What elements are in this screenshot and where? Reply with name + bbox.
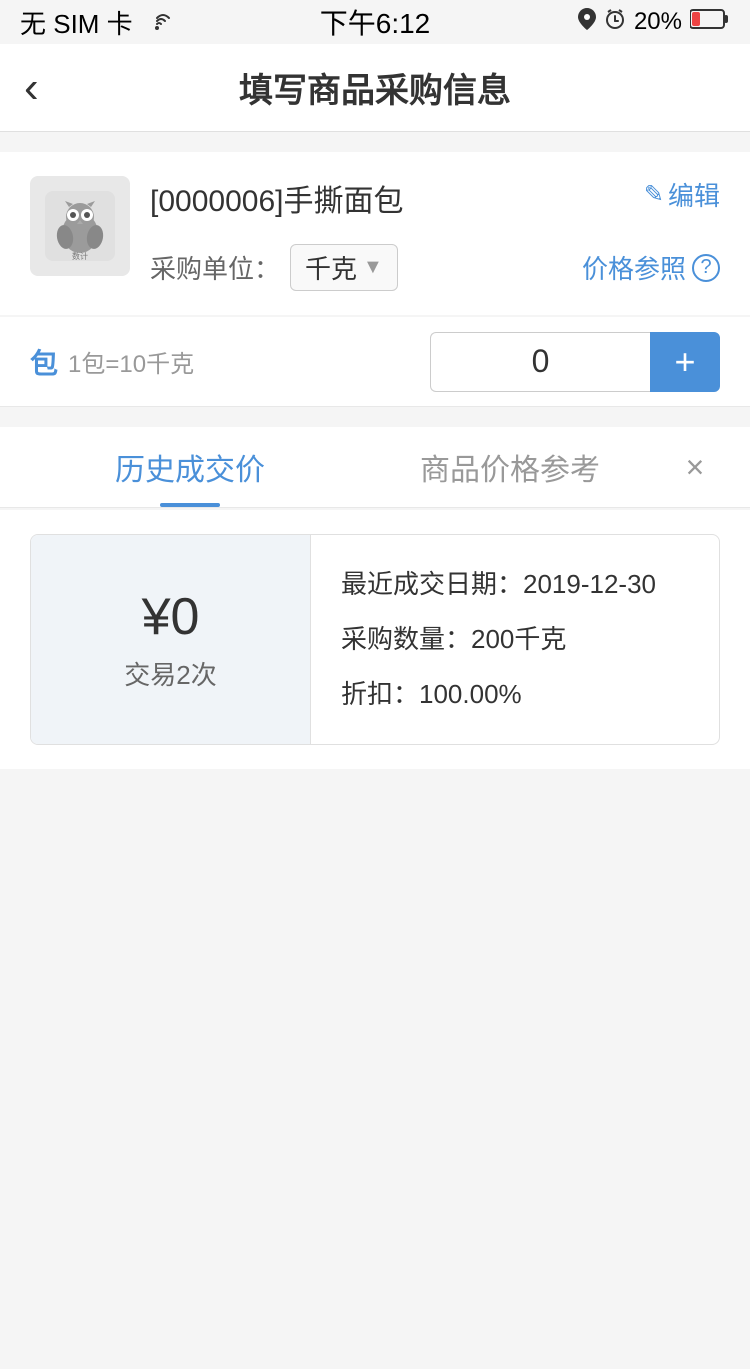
wifi-icon bbox=[143, 7, 171, 38]
product-header: [0000006]手撕面包 ✎ 编辑 bbox=[150, 176, 720, 220]
history-detail-date: 最近成交日期：2019-12-30 bbox=[341, 565, 689, 604]
unit-value: 千克 bbox=[305, 249, 357, 286]
quantity-unit-icon: 包 bbox=[30, 342, 58, 382]
history-detail-qty: 采购数量：200千克 bbox=[341, 620, 689, 659]
quantity-input[interactable] bbox=[430, 332, 650, 392]
status-bar: 无 SIM 卡 下午6:12 bbox=[0, 0, 750, 44]
tab-history-price[interactable]: 历史成交价 bbox=[30, 427, 350, 507]
unit-dropdown-arrow: ▼ bbox=[363, 256, 383, 279]
recent-date-label: 最近成交日期： bbox=[341, 569, 523, 599]
battery-icon bbox=[690, 8, 730, 37]
history-count: 交易2次 bbox=[124, 655, 216, 692]
status-right: 20% bbox=[578, 8, 730, 37]
purchase-qty-value: 200千克 bbox=[471, 624, 566, 654]
discount-label: 折扣： bbox=[341, 679, 419, 709]
tabs-close-button[interactable]: × bbox=[670, 442, 720, 492]
product-image: 数计 bbox=[30, 176, 130, 276]
svg-text:数计: 数计 bbox=[72, 251, 88, 261]
plus-icon: + bbox=[674, 341, 695, 383]
product-info: [0000006]手撕面包 ✎ 编辑 采购单位： 千克 ▼ 价格参照 ? bbox=[150, 176, 720, 291]
product-image-inner: 数计 bbox=[40, 186, 120, 266]
carrier-text: 无 SIM 卡 bbox=[20, 4, 133, 41]
status-time: 下午6:12 bbox=[320, 2, 431, 42]
back-icon: ‹ bbox=[24, 66, 39, 110]
purchase-unit-left: 采购单位： 千克 ▼ bbox=[150, 244, 398, 291]
location-icon bbox=[578, 8, 596, 37]
purchase-unit-row: 采购单位： 千克 ▼ 价格参照 ? bbox=[150, 244, 720, 291]
history-card-left: ¥0 交易2次 bbox=[31, 535, 311, 744]
main-empty-area bbox=[0, 769, 750, 1369]
close-icon: × bbox=[686, 449, 705, 486]
price-value: 0 bbox=[171, 588, 200, 646]
history-card: ¥0 交易2次 最近成交日期：2019-12-30 采购数量：200千克 折扣：… bbox=[30, 534, 720, 745]
history-detail-discount: 折扣：100.00% bbox=[341, 675, 689, 714]
discount-value: 100.00% bbox=[419, 679, 522, 709]
unit-selector[interactable]: 千克 ▼ bbox=[290, 244, 398, 291]
currency-symbol: ¥ bbox=[142, 588, 171, 646]
status-left: 无 SIM 卡 bbox=[20, 4, 171, 41]
battery-percentage: 20% bbox=[634, 8, 682, 36]
tab-product-label: 商品价格参考 bbox=[420, 445, 600, 489]
quantity-label-group: 包 1包=10千克 bbox=[30, 342, 194, 382]
back-button[interactable]: ‹ bbox=[24, 66, 39, 110]
quantity-unit-hint: 1包=10千克 bbox=[68, 344, 194, 379]
price-ref-button[interactable]: 价格参照 ? bbox=[582, 249, 720, 286]
tab-product-price-ref[interactable]: 商品价格参考 bbox=[350, 427, 670, 507]
alarm-icon bbox=[604, 8, 626, 37]
purchase-qty-label: 采购数量： bbox=[341, 624, 471, 654]
product-card: 数计 [0000006]手撕面包 ✎ 编辑 采购单位： 千克 ▼ 价格参照 ? bbox=[0, 152, 750, 315]
recent-date-value: 2019-12-30 bbox=[523, 569, 656, 599]
tabs-bar: 历史成交价 商品价格参考 × bbox=[0, 427, 750, 508]
quantity-input-group: + bbox=[430, 332, 720, 392]
product-name: [0000006]手撕面包 bbox=[150, 176, 403, 220]
tab-history-label: 历史成交价 bbox=[115, 445, 265, 489]
quantity-plus-button[interactable]: + bbox=[650, 332, 720, 392]
history-card-right: 最近成交日期：2019-12-30 采购数量：200千克 折扣：100.00% bbox=[311, 535, 719, 744]
edit-label: 编辑 bbox=[668, 176, 720, 213]
quantity-row: 包 1包=10千克 + bbox=[0, 317, 750, 407]
edit-button[interactable]: ✎ 编辑 bbox=[644, 176, 720, 213]
history-content: ¥0 交易2次 最近成交日期：2019-12-30 采购数量：200千克 折扣：… bbox=[0, 510, 750, 769]
history-price: ¥0 bbox=[142, 587, 200, 647]
purchase-unit-label: 采购单位： bbox=[150, 249, 280, 286]
edit-icon: ✎ bbox=[644, 180, 664, 209]
nav-bar: ‹ 填写商品采购信息 bbox=[0, 44, 750, 132]
page-title: 填写商品采购信息 bbox=[239, 63, 511, 112]
question-circle-icon: ? bbox=[692, 254, 720, 282]
price-ref-label: 价格参照 bbox=[582, 249, 686, 286]
